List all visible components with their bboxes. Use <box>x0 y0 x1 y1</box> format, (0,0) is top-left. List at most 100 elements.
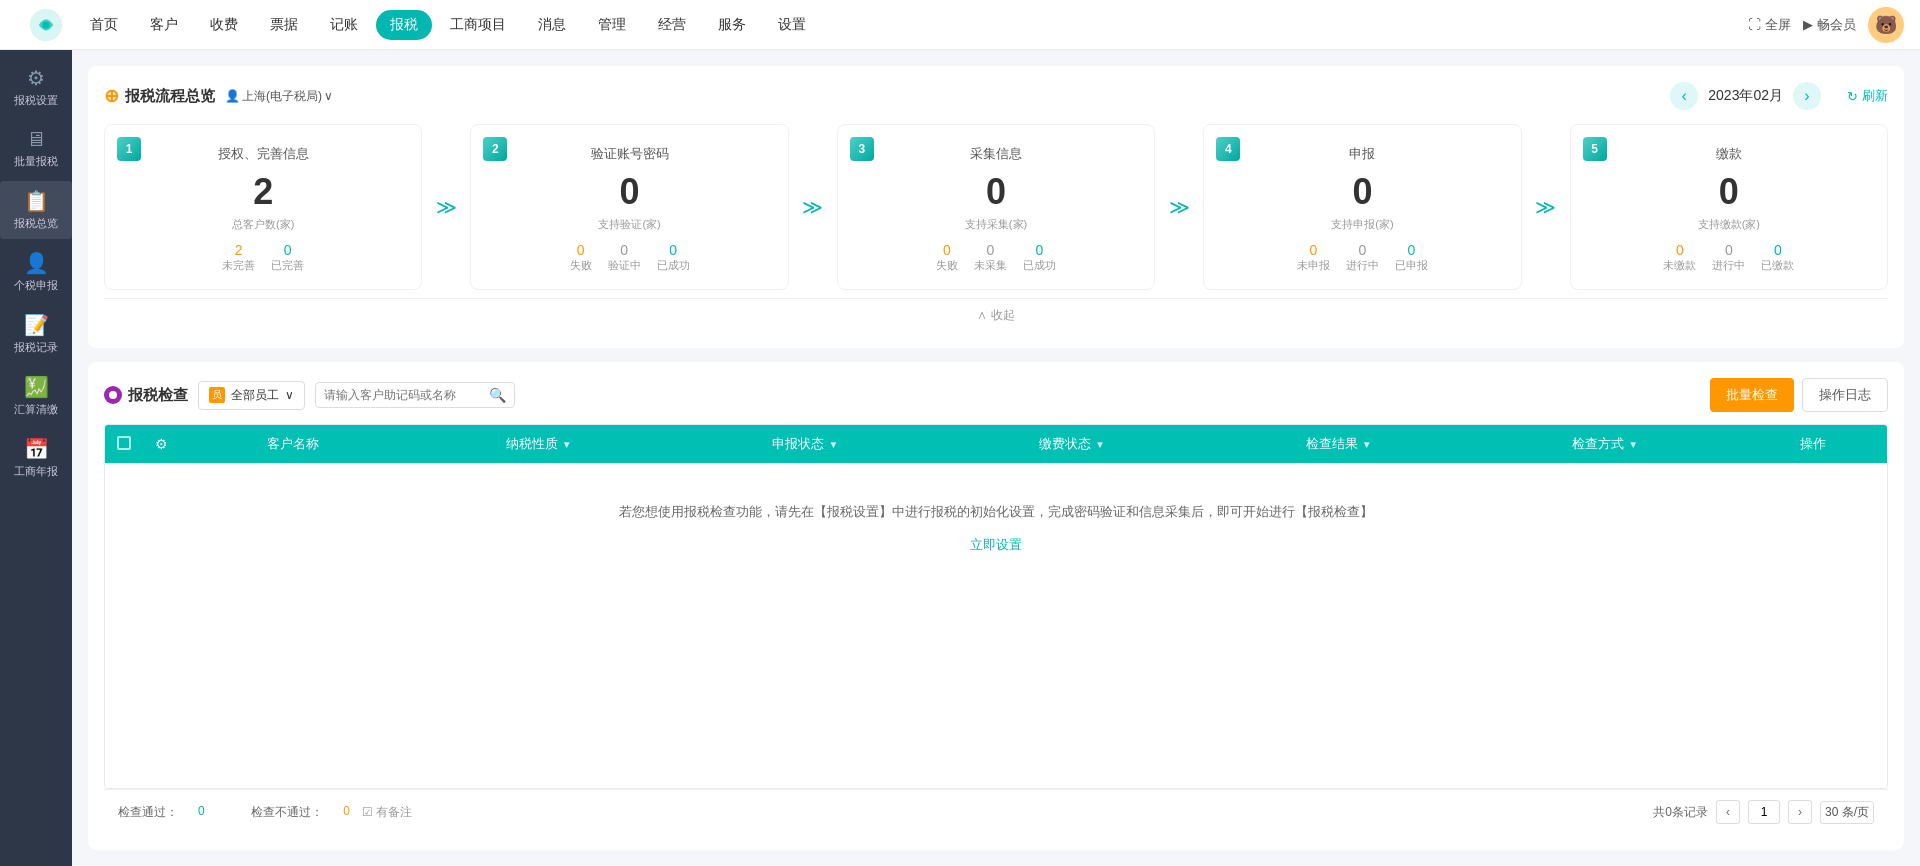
refresh-button[interactable]: ↻ 刷新 <box>1847 87 1888 105</box>
svg-point-1 <box>42 21 49 28</box>
total-records: 共0条记录 <box>1653 804 1708 821</box>
check-table: ⚙ 客户名称 纳税性质▼ 申报状态▼ <box>105 425 1887 574</box>
nav-right-area: ⛶ 全屏 ▶ 畅会员 🐻 <box>1748 7 1904 43</box>
search-box: 🔍 <box>315 382 515 408</box>
nav-home[interactable]: 首页 <box>76 10 132 40</box>
prev-month-button[interactable]: ‹ <box>1670 82 1698 110</box>
sidebar-item-tax-records[interactable]: 📝 报税记录 <box>0 305 72 363</box>
nav-invoices[interactable]: 票据 <box>256 10 312 40</box>
app-logo <box>16 7 76 43</box>
pagination: 共0条记录 ‹ › 30 条/页 <box>1653 800 1874 824</box>
location-selector[interactable]: 👤 上海(电子税局) ∨ <box>225 88 333 105</box>
operation-log-button[interactable]: 操作日志 <box>1802 378 1888 412</box>
check-result-filter-icon: ▼ <box>1362 439 1372 450</box>
note-label: ☑ 有备注 <box>362 804 412 821</box>
tax-type-filter-icon: ▼ <box>562 439 572 450</box>
sidebar-item-annual-tax[interactable]: 💹 汇算清缴 <box>0 367 72 425</box>
annual-tax-icon: 💹 <box>24 375 49 399</box>
check-title-icon <box>104 386 122 404</box>
nav-business[interactable]: 工商项目 <box>436 10 520 40</box>
step-card-3: 3 采集信息 0 支持采集(家) 0 失败 0 未采集 <box>837 124 1155 290</box>
user-avatar[interactable]: 🐻 <box>1868 7 1904 43</box>
month-navigation: ‹ 2023年02月 › <box>1670 82 1821 110</box>
step-card-2: 2 验证账号密码 0 支持验证(家) 0 失败 0 验证中 <box>470 124 788 290</box>
nav-accounting[interactable]: 记账 <box>316 10 372 40</box>
vip-icon: ▶ <box>1803 17 1813 32</box>
payment-status-header[interactable]: 缴费状态▼ <box>939 425 1206 463</box>
next-page-button[interactable]: › <box>1788 800 1812 824</box>
fail-count[interactable]: 0 <box>343 804 350 821</box>
first-page-button[interactable]: ‹ <box>1716 800 1740 824</box>
refresh-icon: ↻ <box>1847 89 1858 104</box>
panel-header: ⊕ 报税流程总览 👤 上海(电子税局) ∨ ‹ 2023年02月 › ↻ 刷新 <box>104 82 1888 110</box>
search-input[interactable] <box>324 388 489 402</box>
page-number-input[interactable] <box>1748 800 1780 824</box>
nav-tax[interactable]: 报税 <box>376 10 432 40</box>
sidebar-item-annual-report[interactable]: 📅 工商年报 <box>0 429 72 487</box>
annual-report-icon: 📅 <box>24 437 49 461</box>
next-month-button[interactable]: › <box>1793 82 1821 110</box>
tax-settings-icon: ⚙ <box>27 66 45 90</box>
collapse-button[interactable]: ∧ 收起 <box>104 298 1888 332</box>
nav-clients[interactable]: 客户 <box>136 10 192 40</box>
operation-header: 操作 <box>1739 425 1887 463</box>
nav-menu: 首页 客户 收费 票据 记账 报税 工商项目 消息 管理 经营 服务 设置 <box>76 10 1748 40</box>
tax-overview-icon: 📋 <box>24 189 49 213</box>
empty-state: 若您想使用报税检查功能，请先在【报税设置】中进行报税的初始化设置，完成密码验证和… <box>105 463 1887 574</box>
nav-messages[interactable]: 消息 <box>524 10 580 40</box>
content-area: ⊕ 报税流程总览 👤 上海(电子税局) ∨ ‹ 2023年02月 › ↻ 刷新 <box>72 50 1920 866</box>
step-card-4: 4 申报 0 支持申报(家) 0 未申报 0 进行中 <box>1203 124 1521 290</box>
employee-selector[interactable]: 员 全部员工 ∨ <box>198 381 305 410</box>
check-result-header[interactable]: 检查结果▼ <box>1205 425 1472 463</box>
batch-check-button[interactable]: 批量检查 <box>1710 378 1794 412</box>
table-footer: 检查通过： 0 检查不通过： 0 ☑ 有备注 共0条记录 ‹ › 30 条/页 <box>104 789 1888 834</box>
check-title: 报税检查 <box>104 386 188 405</box>
nav-services[interactable]: 服务 <box>704 10 760 40</box>
nav-fees[interactable]: 收费 <box>196 10 252 40</box>
arrow-4-5: ≫ <box>1522 195 1570 219</box>
pass-label: 检查通过： <box>118 804 178 821</box>
employee-icon: 员 <box>209 387 225 403</box>
page-size-selector[interactable]: 30 条/页 <box>1820 801 1874 824</box>
check-method-header[interactable]: 检查方式▼ <box>1472 425 1739 463</box>
sidebar-item-personal-tax[interactable]: 👤 个税申报 <box>0 243 72 301</box>
tax-type-header[interactable]: 纳税性质▼ <box>405 425 672 463</box>
check-method-filter-icon: ▼ <box>1628 439 1638 450</box>
employee-chevron-icon: ∨ <box>285 388 294 402</box>
check-header: 报税检查 员 全部员工 ∨ 🔍 批量检查 操作日志 <box>104 378 1888 412</box>
table-settings-icon[interactable]: ⚙ <box>155 436 168 452</box>
sidebar-item-tax-settings[interactable]: ⚙ 报税设置 <box>0 58 72 116</box>
data-table: ⚙ 客户名称 纳税性质▼ 申报状态▼ <box>104 424 1888 789</box>
empty-state-cell: 若您想使用报税检查功能，请先在【报税设置】中进行报税的初始化设置，完成密码验证和… <box>105 463 1887 574</box>
chevron-down-icon: ∨ <box>324 89 333 103</box>
select-all-header[interactable] <box>105 425 143 463</box>
settings-header[interactable]: ⚙ <box>143 425 180 463</box>
sidebar-item-tax-overview[interactable]: 📋 报税总览 <box>0 181 72 239</box>
steps-row: 1 授权、完善信息 2 总客户数(家) 2 未完善 0 已完善 <box>104 124 1888 290</box>
nav-management[interactable]: 管理 <box>584 10 640 40</box>
nav-operations[interactable]: 经营 <box>644 10 700 40</box>
select-all-checkbox[interactable] <box>117 436 131 450</box>
setup-link[interactable]: 立即设置 <box>970 537 1022 552</box>
current-month: 2023年02月 <box>1708 87 1783 105</box>
nav-settings[interactable]: 设置 <box>764 10 820 40</box>
sidebar-item-batch-tax[interactable]: 🖥 批量报税 <box>0 120 72 177</box>
fullscreen-icon: ⛶ <box>1748 17 1761 32</box>
tax-records-icon: 📝 <box>24 313 49 337</box>
fullscreen-button[interactable]: ⛶ 全屏 <box>1748 16 1791 34</box>
check-panel: 报税检查 员 全部员工 ∨ 🔍 批量检查 操作日志 <box>88 362 1904 850</box>
location-icon: 👤 <box>225 89 240 103</box>
panel-title: ⊕ 报税流程总览 <box>104 85 215 107</box>
arrow-2-3: ≫ <box>789 195 837 219</box>
vip-button[interactable]: ▶ 畅会员 <box>1803 16 1856 34</box>
pass-count[interactable]: 0 <box>198 804 205 821</box>
main-layout: ⚙ 报税设置 🖥 批量报税 📋 报税总览 👤 个税申报 📝 报税记录 💹 汇算清… <box>0 50 1920 866</box>
client-name-header: 客户名称 <box>180 425 405 463</box>
declaration-filter-icon: ▼ <box>828 439 838 450</box>
collapse-icon: ∧ <box>977 308 990 322</box>
batch-tax-icon: 🖥 <box>26 128 46 151</box>
declaration-status-header[interactable]: 申报状态▼ <box>672 425 939 463</box>
overview-panel: ⊕ 报税流程总览 👤 上海(电子税局) ∨ ‹ 2023年02月 › ↻ 刷新 <box>88 66 1904 348</box>
arrow-1-2: ≫ <box>422 195 470 219</box>
search-icon[interactable]: 🔍 <box>489 387 506 403</box>
